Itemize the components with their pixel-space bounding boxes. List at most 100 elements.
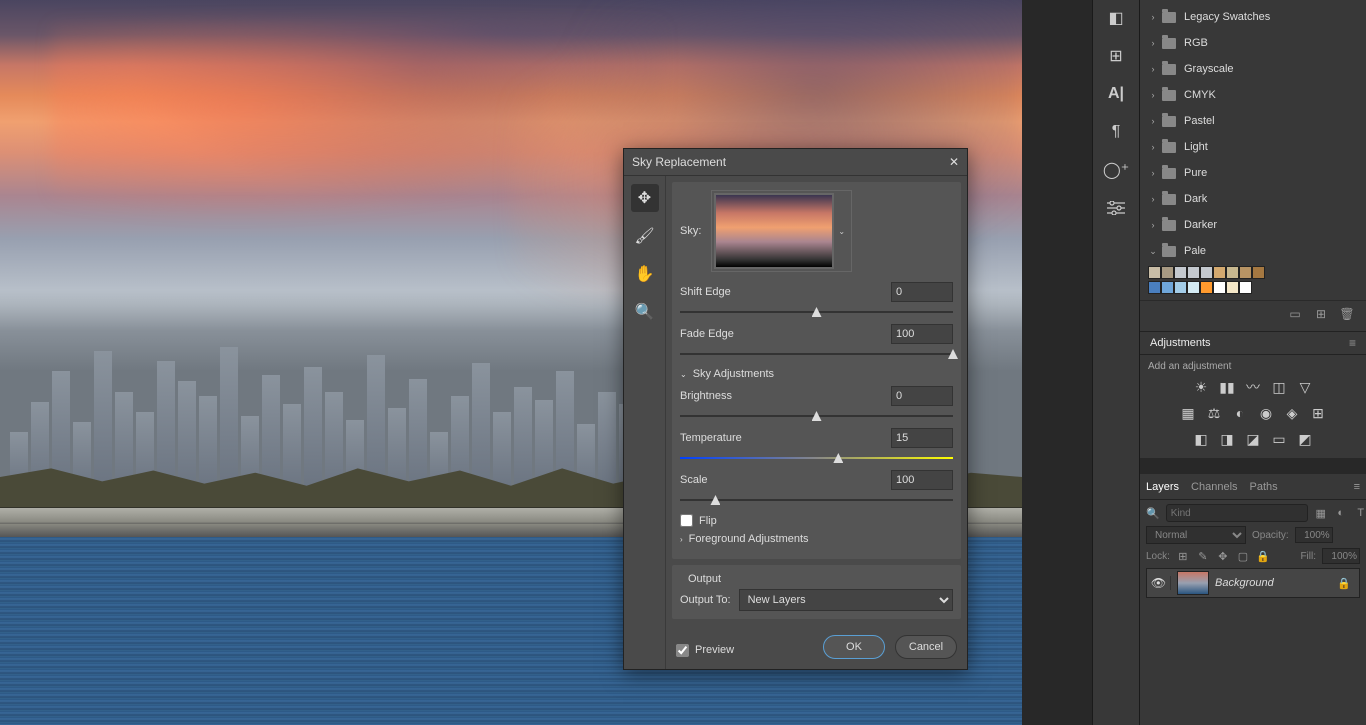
foreground-adjustments-toggle[interactable]: › Foreground Adjustments [680, 533, 953, 545]
lock-artboard-icon[interactable]: ▢ [1236, 549, 1250, 563]
lock-position-icon[interactable]: ✥ [1216, 549, 1230, 563]
swatch-chip[interactable] [1239, 281, 1252, 294]
curves-icon[interactable]: 〰 [1244, 378, 1262, 396]
swatch-folder-cmyk[interactable]: ›CMYK [1140, 82, 1366, 108]
swatch-chip[interactable] [1187, 266, 1200, 279]
swatch-chip[interactable] [1239, 266, 1252, 279]
swatch-chip[interactable] [1187, 281, 1200, 294]
exposure-icon[interactable]: ◫ [1270, 378, 1288, 396]
blend-mode-select[interactable]: Normal [1146, 526, 1246, 544]
layer-thumbnail[interactable] [1177, 571, 1209, 595]
swatch-folder-pale[interactable]: ⌄Pale [1140, 238, 1366, 264]
sky-adjustments-toggle[interactable]: ⌄ Sky Adjustments [680, 368, 953, 380]
flip-checkbox[interactable] [680, 514, 693, 527]
fill-input[interactable] [1322, 548, 1360, 564]
swatch-chip[interactable] [1148, 281, 1161, 294]
swatch-chip[interactable] [1252, 266, 1265, 279]
swatch-row [1140, 281, 1366, 294]
brush-tool-icon[interactable]: 🖌 [631, 222, 659, 250]
swatch-chip[interactable] [1174, 266, 1187, 279]
scale-input[interactable] [891, 470, 953, 490]
settings-icon[interactable] [1104, 196, 1128, 220]
folder-icon[interactable]: ▭ [1288, 307, 1302, 321]
swatch-chip[interactable] [1200, 266, 1213, 279]
lock-transparency-icon[interactable]: ⊞ [1176, 549, 1190, 563]
layer-row-background[interactable]: 👁 Background 🔒 [1146, 568, 1360, 598]
brightness-slider[interactable] [680, 408, 953, 424]
shift-edge-input[interactable] [891, 282, 953, 302]
swatches-footer: ▭ ⊞ 🗑 [1140, 300, 1366, 327]
close-icon[interactable]: ✕ [949, 155, 959, 169]
vibrance-icon[interactable]: ▽ [1296, 378, 1314, 396]
character-icon[interactable]: A| [1104, 82, 1128, 106]
swatch-chip[interactable] [1226, 266, 1239, 279]
color-balance-icon[interactable]: ⚖ [1205, 404, 1223, 422]
fade-edge-input[interactable] [891, 324, 953, 344]
properties-icon[interactable]: ⊞ [1104, 44, 1128, 68]
paragraph-icon[interactable]: ¶ [1104, 120, 1128, 144]
ok-button[interactable]: OK [823, 635, 885, 659]
swatch-folder-grayscale[interactable]: ›Grayscale [1140, 56, 1366, 82]
swatch-folder-light[interactable]: ›Light [1140, 134, 1366, 160]
dialog-titlebar[interactable]: Sky Replacement ✕ [624, 149, 967, 176]
swatch-folder-pure[interactable]: ›Pure [1140, 160, 1366, 186]
swatch-chip[interactable] [1161, 281, 1174, 294]
swatch-chip[interactable] [1161, 266, 1174, 279]
hand-tool-icon[interactable]: ✋ [631, 260, 659, 288]
swatch-folder-dark[interactable]: ›Dark [1140, 186, 1366, 212]
swatch-folder-rgb[interactable]: ›RGB [1140, 30, 1366, 56]
gradient-map-icon[interactable]: ▭ [1270, 430, 1288, 448]
filter-adjustment-icon[interactable]: ◐ [1334, 506, 1348, 520]
posterize-icon[interactable]: ◨ [1218, 430, 1236, 448]
visibility-toggle-icon[interactable]: 👁 [1147, 576, 1171, 590]
zoom-tool-icon[interactable]: 🔍 [631, 298, 659, 326]
panel-menu-icon[interactable]: ≡ [1349, 336, 1356, 350]
trash-icon[interactable]: 🗑 [1340, 307, 1354, 321]
fade-edge-slider[interactable] [680, 346, 953, 362]
selective-color-icon[interactable]: ◩ [1296, 430, 1314, 448]
swatch-chip[interactable] [1148, 266, 1161, 279]
channel-mixer-icon[interactable]: ◈ [1283, 404, 1301, 422]
temperature-slider[interactable] [680, 450, 953, 466]
tab-channels[interactable]: Channels [1191, 481, 1237, 493]
brightness-input[interactable] [891, 386, 953, 406]
panel-menu-icon[interactable]: ≡ [1354, 481, 1360, 493]
color-lookup-icon[interactable]: ⊞ [1309, 404, 1327, 422]
threshold-icon[interactable]: ◪ [1244, 430, 1262, 448]
swatch-chip[interactable] [1213, 281, 1226, 294]
shift-edge-slider[interactable] [680, 304, 953, 320]
layer-filter-input[interactable] [1166, 504, 1308, 522]
lock-icon[interactable]: 🔒 [1337, 577, 1359, 590]
scale-slider[interactable] [680, 492, 953, 508]
history-icon[interactable]: ◧ [1104, 6, 1128, 30]
new-swatch-icon[interactable]: ⊞ [1314, 307, 1328, 321]
bw-icon[interactable]: ◐ [1231, 404, 1249, 422]
cancel-button[interactable]: Cancel [895, 635, 957, 659]
swatch-chip[interactable] [1213, 266, 1226, 279]
opacity-input[interactable] [1295, 527, 1333, 543]
swatch-folder-darker[interactable]: ›Darker [1140, 212, 1366, 238]
libraries-icon[interactable]: ◯⁺ [1104, 158, 1128, 182]
move-tool-icon[interactable]: ✥ [631, 184, 659, 212]
photo-filter-icon[interactable]: ◉ [1257, 404, 1275, 422]
lock-pixels-icon[interactable]: ✎ [1196, 549, 1210, 563]
swatch-chip[interactable] [1226, 281, 1239, 294]
swatch-chip[interactable] [1174, 281, 1187, 294]
output-to-select[interactable]: New Layers [739, 589, 953, 611]
preview-checkbox[interactable] [676, 644, 689, 657]
temperature-input[interactable] [891, 428, 953, 448]
swatch-folder-legacy[interactable]: ›Legacy Swatches [1140, 4, 1366, 30]
tab-paths[interactable]: Paths [1250, 481, 1278, 493]
swatch-folder-pastel[interactable]: ›Pastel [1140, 108, 1366, 134]
levels-icon[interactable]: ▮▮ [1218, 378, 1236, 396]
invert-icon[interactable]: ◧ [1192, 430, 1210, 448]
filter-pixel-icon[interactable]: ▦ [1314, 506, 1328, 520]
hue-sat-icon[interactable]: ▦ [1179, 404, 1197, 422]
tab-layers[interactable]: Layers [1146, 481, 1179, 493]
chevron-down-icon: ⌄ [680, 370, 687, 379]
sky-preset-dropdown[interactable]: ⌄ [711, 190, 852, 272]
lock-all-icon[interactable]: 🔒 [1256, 549, 1270, 563]
filter-type-icon[interactable]: T [1354, 506, 1366, 520]
brightness-contrast-icon[interactable]: ☀ [1192, 378, 1210, 396]
swatch-chip[interactable] [1200, 281, 1213, 294]
